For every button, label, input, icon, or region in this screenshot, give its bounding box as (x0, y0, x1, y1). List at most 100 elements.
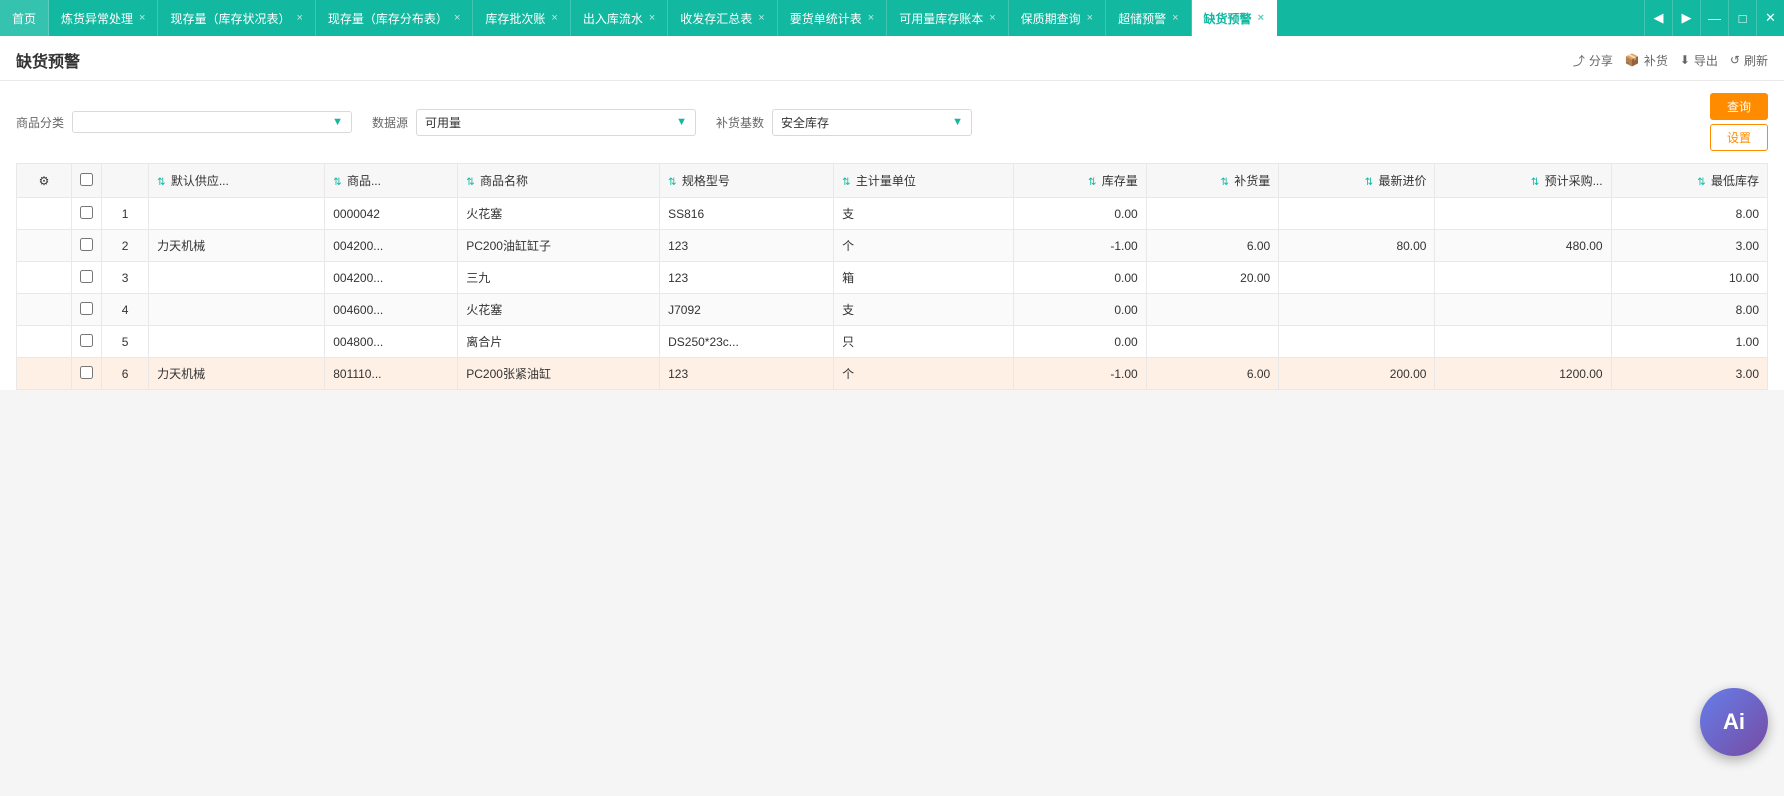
share-button[interactable]: ⤴ 分享 (1573, 52, 1613, 69)
category-label: 商品分类 (16, 114, 64, 131)
col-replenish-qty[interactable]: ⇅ 补货量 (1146, 164, 1278, 198)
row-stock-qty: -1.00 (1014, 358, 1146, 390)
close-icon[interactable]: × (551, 12, 557, 24)
sort-icon: ⇅ (157, 177, 165, 188)
ai-assistant-label: Ai (1723, 709, 1745, 735)
tab-receive-summary[interactable]: 收发存汇总表 × (668, 0, 777, 36)
row-checkbox-cell[interactable] (72, 294, 102, 326)
col-latest-price[interactable]: ⇅ 最新进价 (1279, 164, 1435, 198)
col-row-num (102, 164, 149, 198)
tab-shortage-warning[interactable]: 缺货预警 × (1192, 0, 1277, 36)
row-latest-price: 80.00 (1279, 230, 1435, 262)
tab-expiry-query[interactable]: 保质期查询 × (1009, 0, 1106, 36)
datasource-select[interactable]: 可用量 ▼ (416, 109, 696, 136)
close-icon[interactable]: × (139, 12, 145, 24)
row-checkbox[interactable] (80, 366, 93, 379)
close-window-button[interactable]: ✕ (1756, 0, 1784, 36)
table-row: 5 004800... 离合片 DS250*23c... 只 0.00 1.00 (17, 326, 1768, 358)
col-unit[interactable]: ⇅ 主计量单位 (834, 164, 1014, 198)
tab-available-ledger[interactable]: 可用量库存账本 × (887, 0, 1008, 36)
ai-assistant-button[interactable]: Ai (1700, 688, 1768, 756)
row-stock-qty: -1.00 (1014, 230, 1146, 262)
replenish-icon: 📦 (1625, 53, 1640, 67)
settings-icon[interactable]: ⚙ (39, 174, 50, 188)
row-checkbox-cell[interactable] (72, 262, 102, 294)
row-spec-model: 123 (660, 230, 834, 262)
tab-home[interactable]: 首页 (0, 0, 49, 36)
tab-inventory-status[interactable]: 现存量（库存状况表） × (158, 0, 315, 36)
col-est-purchase[interactable]: ⇅ 预计采购... (1435, 164, 1611, 198)
nav-prev-button[interactable]: ◀ (1644, 0, 1672, 36)
close-icon[interactable]: × (296, 12, 302, 24)
row-checkbox[interactable] (80, 238, 93, 251)
row-product-name: PC200张紧油缸 (458, 358, 660, 390)
replenish-base-value: 安全库存 (781, 114, 829, 131)
tab-inventory-dist[interactable]: 现存量（库存分布表） × (316, 0, 473, 36)
select-all-checkbox[interactable] (80, 173, 93, 186)
col-stock-qty[interactable]: ⇅ 库存量 (1014, 164, 1146, 198)
row-settings-cell (17, 198, 72, 230)
query-button[interactable]: 查询 (1710, 93, 1768, 120)
row-checkbox[interactable] (80, 206, 93, 219)
close-icon[interactable]: × (1172, 12, 1178, 24)
close-icon[interactable]: × (868, 12, 874, 24)
close-icon[interactable]: × (758, 12, 764, 24)
tab-defect-handling[interactable]: 炼货异常处理 × (49, 0, 158, 36)
sort-icon: ⇅ (466, 177, 474, 188)
row-latest-price: 200.00 (1279, 358, 1435, 390)
nav-next-button[interactable]: ▶ (1672, 0, 1700, 36)
category-select[interactable]: ▼ (72, 111, 352, 133)
close-icon[interactable]: × (1258, 12, 1264, 24)
row-supplier: 力天机械 (149, 358, 325, 390)
close-icon[interactable]: × (989, 12, 995, 24)
tab-label: 出入库流水 (583, 10, 643, 27)
col-min-stock[interactable]: ⇅ 最低库存 (1611, 164, 1767, 198)
close-icon[interactable]: × (649, 12, 655, 24)
maximize-button[interactable]: □ (1728, 0, 1756, 36)
col-default-supplier[interactable]: ⇅ 默认供应... (149, 164, 325, 198)
row-checkbox-cell[interactable] (72, 230, 102, 262)
col-spec-model[interactable]: ⇅ 规格型号 (660, 164, 834, 198)
datasource-label: 数据源 (372, 114, 408, 131)
tab-overstock-warning[interactable]: 超储预警 × (1106, 0, 1191, 36)
tab-batch-account[interactable]: 库存批次账 × (473, 0, 570, 36)
col-product-code[interactable]: ⇅ 商品... (325, 164, 458, 198)
row-checkbox[interactable] (80, 302, 93, 315)
row-latest-price (1279, 198, 1435, 230)
export-button[interactable]: ⬇ 导出 (1680, 52, 1718, 69)
row-unit: 个 (834, 358, 1014, 390)
close-icon[interactable]: × (1087, 12, 1093, 24)
row-latest-price (1279, 294, 1435, 326)
refresh-button[interactable]: ↺ 刷新 (1730, 52, 1768, 69)
close-icon[interactable]: × (454, 12, 460, 24)
replenish-button[interactable]: 📦 补货 (1625, 52, 1668, 69)
chevron-down-icon: ▼ (332, 116, 343, 128)
row-checkbox-cell[interactable] (72, 358, 102, 390)
row-checkbox[interactable] (80, 270, 93, 283)
row-num: 2 (102, 230, 149, 262)
row-unit: 只 (834, 326, 1014, 358)
minimize-button[interactable]: — (1700, 0, 1728, 36)
tab-order-stats[interactable]: 要货单统计表 × (778, 0, 887, 36)
row-checkbox-cell[interactable] (72, 198, 102, 230)
row-latest-price (1279, 262, 1435, 294)
row-replenish-qty: 20.00 (1146, 262, 1278, 294)
row-spec-model: J7092 (660, 294, 834, 326)
tab-label: 可用量库存账本 (899, 10, 983, 27)
replenish-base-select[interactable]: 安全库存 ▼ (772, 109, 972, 136)
col-settings[interactable]: ⚙ (17, 164, 72, 198)
tab-label: 超储预警 (1118, 10, 1166, 27)
row-supplier: 力天机械 (149, 230, 325, 262)
col-checkbox[interactable] (72, 164, 102, 198)
share-icon: ⤴ (1573, 52, 1585, 69)
chevron-down-icon: ▼ (952, 116, 963, 128)
replenish-base-label: 补货基数 (716, 114, 764, 131)
settings-button[interactable]: 设置 (1710, 124, 1768, 151)
row-est-purchase: 480.00 (1435, 230, 1611, 262)
row-product-name: 火花塞 (458, 294, 660, 326)
tab-inout-flow[interactable]: 出入库流水 × (571, 0, 668, 36)
col-product-name[interactable]: ⇅ 商品名称 (458, 164, 660, 198)
row-checkbox[interactable] (80, 334, 93, 347)
row-checkbox-cell[interactable] (72, 326, 102, 358)
replenish-label: 补货 (1644, 52, 1668, 69)
